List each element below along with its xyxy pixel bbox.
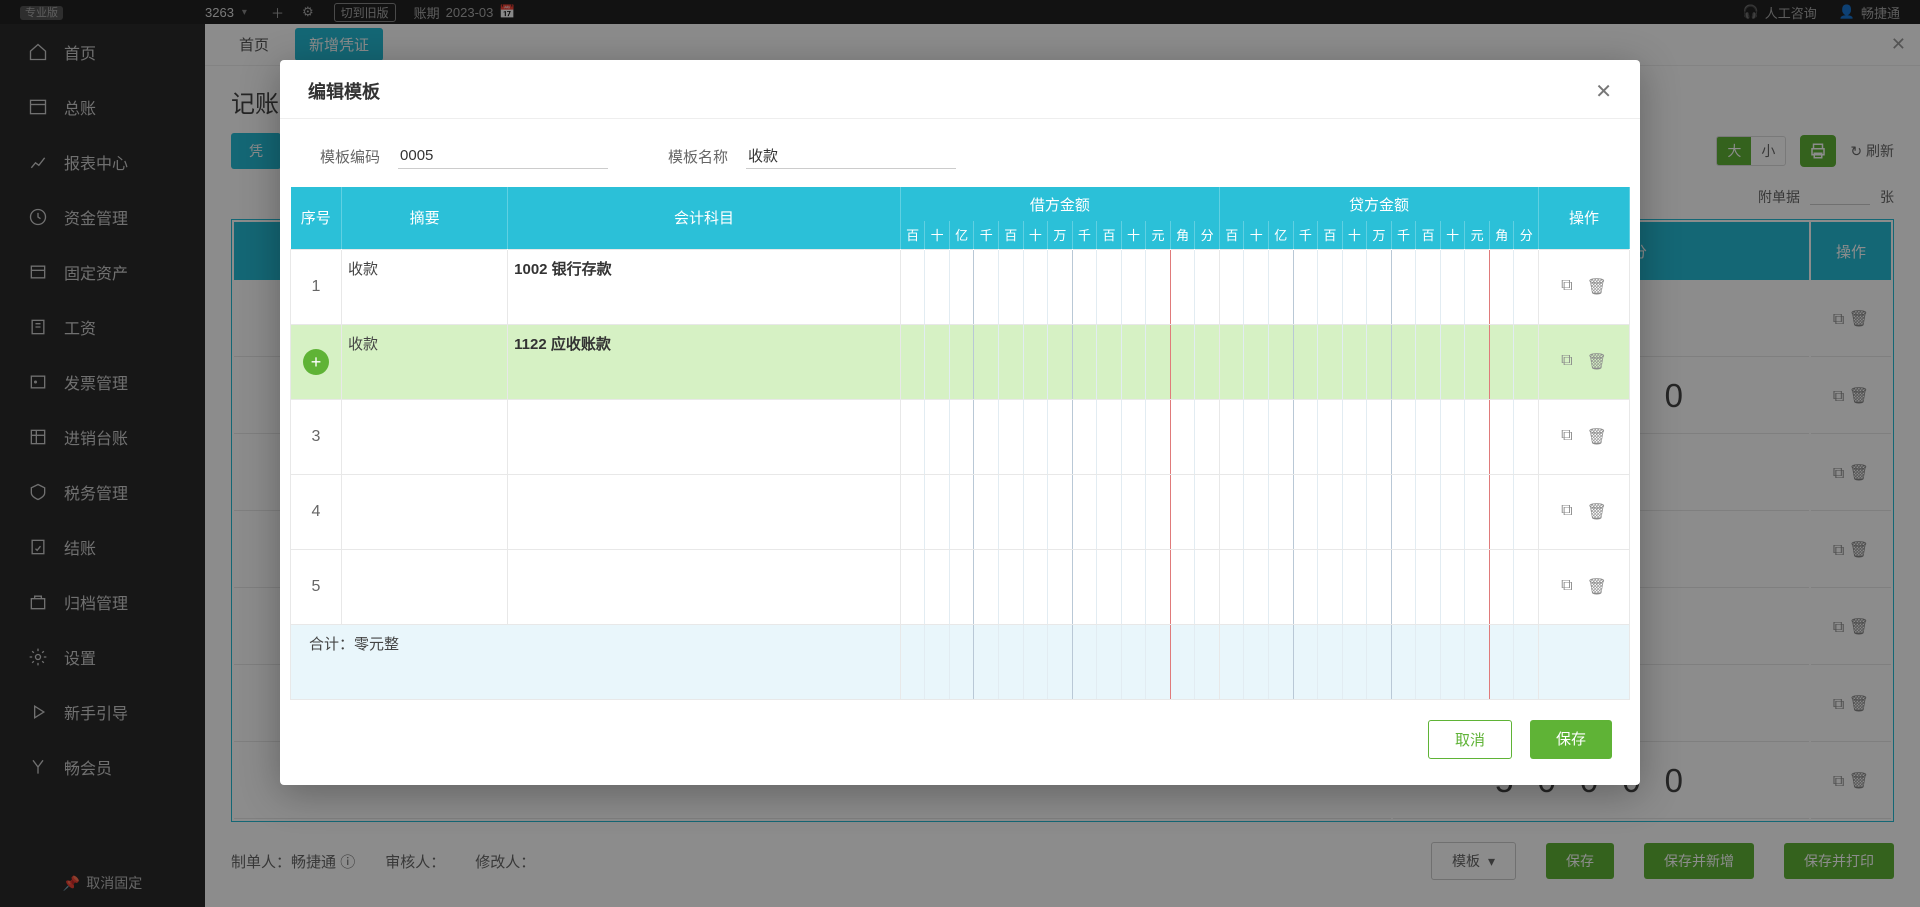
unit-header: 十	[1244, 221, 1269, 249]
th-summary: 摘要	[342, 187, 508, 249]
unit-header: 千	[974, 221, 999, 249]
table-row[interactable]: +收款1122 应收账款⧉🗑	[291, 324, 1630, 399]
table-row[interactable]: 3⧉🗑	[291, 399, 1630, 474]
credit-cell[interactable]	[1219, 249, 1538, 324]
close-icon[interactable]: ✕	[1595, 79, 1612, 104]
unit-header: 亿	[949, 221, 974, 249]
unit-header: 百	[1416, 221, 1441, 249]
unit-header: 百	[999, 221, 1024, 249]
delete-row-icon[interactable]: 🗑	[1587, 427, 1607, 447]
debit-cell[interactable]	[900, 549, 1219, 624]
row-ops-cell: ⧉🗑	[1539, 399, 1630, 474]
th-debit: 借方金额	[900, 187, 1219, 221]
total-label: 合计：零元整	[291, 624, 901, 699]
template-code-label: 模板编码	[320, 146, 380, 167]
seq-cell: 3	[291, 399, 342, 474]
copy-row-icon[interactable]: ⧉	[1561, 277, 1572, 297]
unit-header: 元	[1465, 221, 1490, 249]
seq-cell: 5	[291, 549, 342, 624]
template-name-label: 模板名称	[668, 146, 728, 167]
add-row-button[interactable]: +	[303, 349, 329, 375]
unit-header: 百	[1318, 221, 1343, 249]
summary-cell[interactable]	[342, 474, 508, 549]
seq-cell: 4	[291, 474, 342, 549]
unit-header: 百	[1219, 221, 1244, 249]
credit-cell[interactable]	[1219, 399, 1538, 474]
delete-row-icon[interactable]: 🗑	[1587, 277, 1607, 297]
debit-cell[interactable]	[900, 399, 1219, 474]
unit-header: 十	[1121, 221, 1146, 249]
template-table: 序号 摘要 会计科目 借方金额 贷方金额 操作 百十亿千百十万千百十元角分百十亿…	[290, 187, 1630, 700]
edit-template-dialog: 编辑模板 ✕ 模板编码 模板名称 序号 摘要 会计科目 借方金额 贷方金额	[280, 60, 1640, 785]
delete-row-icon[interactable]: 🗑	[1587, 577, 1607, 597]
summary-cell[interactable]: 收款	[342, 249, 508, 324]
unit-header: 千	[1391, 221, 1416, 249]
unit-header: 分	[1195, 221, 1220, 249]
dialog-title: 编辑模板	[308, 78, 380, 104]
th-seq: 序号	[291, 187, 342, 249]
save-template-button[interactable]: 保存	[1530, 720, 1612, 759]
unit-header: 十	[1342, 221, 1367, 249]
table-row[interactable]: 1收款1002 银行存款⧉🗑	[291, 249, 1630, 324]
template-code-input[interactable]	[398, 143, 608, 169]
credit-cell[interactable]	[1219, 324, 1538, 399]
unit-header: 百	[900, 221, 925, 249]
copy-row-icon[interactable]: ⧉	[1561, 502, 1572, 522]
summary-cell[interactable]	[342, 399, 508, 474]
modal-overlay: 编辑模板 ✕ 模板编码 模板名称 序号 摘要 会计科目 借方金额 贷方金额	[0, 0, 1920, 907]
unit-header: 十	[925, 221, 950, 249]
credit-cell[interactable]	[1219, 474, 1538, 549]
subject-cell[interactable]: 1122 应收账款	[508, 324, 901, 399]
row-ops-cell: ⧉🗑	[1539, 324, 1630, 399]
copy-row-icon[interactable]: ⧉	[1561, 352, 1572, 372]
unit-header: 千	[1072, 221, 1097, 249]
seq-cell: +	[291, 324, 342, 399]
summary-cell[interactable]: 收款	[342, 324, 508, 399]
th-credit: 贷方金额	[1219, 187, 1538, 221]
subject-cell[interactable]	[508, 549, 901, 624]
unit-header: 角	[1170, 221, 1195, 249]
summary-cell[interactable]	[342, 549, 508, 624]
delete-row-icon[interactable]: 🗑	[1587, 352, 1607, 372]
unit-header: 十	[1440, 221, 1465, 249]
debit-cell[interactable]	[900, 324, 1219, 399]
row-ops-cell: ⧉🗑	[1539, 549, 1630, 624]
copy-row-icon[interactable]: ⧉	[1561, 577, 1572, 597]
credit-cell[interactable]	[1219, 549, 1538, 624]
unit-header: 十	[1023, 221, 1048, 249]
unit-header: 角	[1489, 221, 1514, 249]
unit-header: 千	[1293, 221, 1318, 249]
copy-row-icon[interactable]: ⧉	[1561, 427, 1572, 447]
unit-header: 元	[1146, 221, 1171, 249]
th-ops: 操作	[1539, 187, 1630, 249]
delete-row-icon[interactable]: 🗑	[1587, 502, 1607, 522]
th-subject: 会计科目	[508, 187, 901, 249]
unit-header: 百	[1097, 221, 1122, 249]
unit-header: 万	[1367, 221, 1392, 249]
table-row[interactable]: 4⧉🗑	[291, 474, 1630, 549]
subject-cell[interactable]: 1002 银行存款	[508, 249, 901, 324]
total-row: 合计：零元整	[291, 624, 1630, 699]
unit-header: 亿	[1269, 221, 1294, 249]
seq-cell: 1	[291, 249, 342, 324]
unit-header: 万	[1048, 221, 1073, 249]
subject-cell[interactable]	[508, 474, 901, 549]
unit-header: 分	[1514, 221, 1539, 249]
template-name-input[interactable]	[746, 143, 956, 169]
row-ops-cell: ⧉🗑	[1539, 474, 1630, 549]
table-row[interactable]: 5⧉🗑	[291, 549, 1630, 624]
debit-cell[interactable]	[900, 474, 1219, 549]
cancel-button[interactable]: 取消	[1428, 720, 1512, 759]
subject-cell[interactable]	[508, 399, 901, 474]
row-ops-cell: ⧉🗑	[1539, 249, 1630, 324]
debit-cell[interactable]	[900, 249, 1219, 324]
